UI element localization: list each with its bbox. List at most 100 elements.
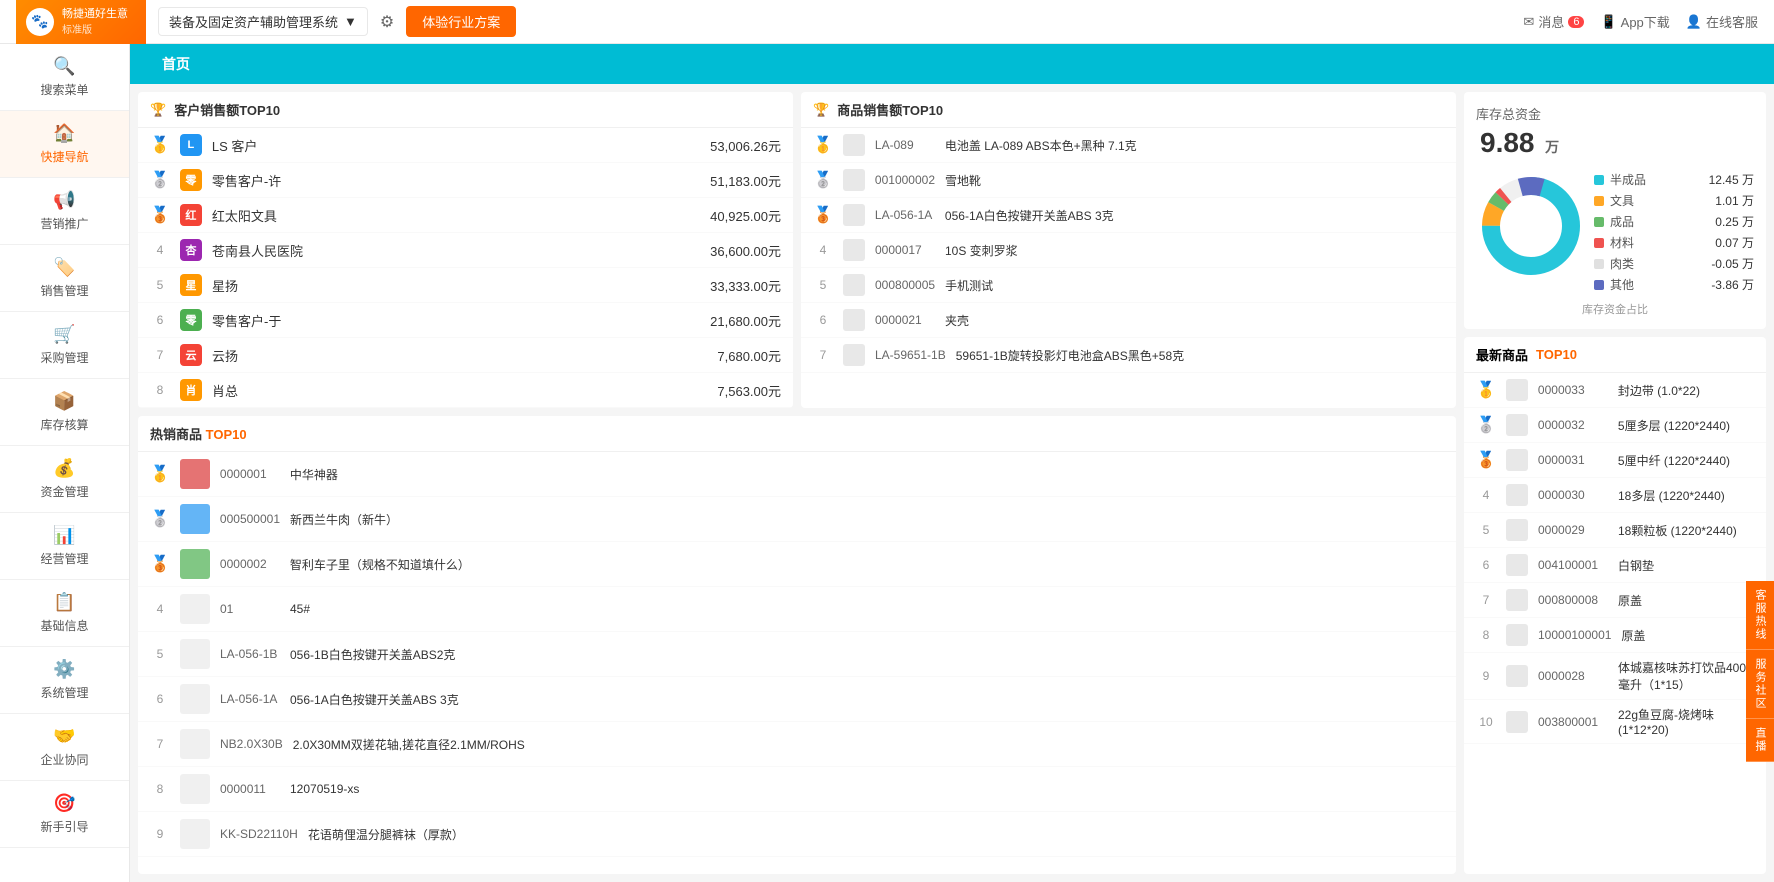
customer-amount: 51,183.00元 — [710, 171, 781, 190]
product-name: 手机测试 — [945, 277, 1444, 294]
sidebar-item-inventory[interactable]: 📦 库存核算 — [0, 379, 129, 446]
inventory-value: 9.88 — [1480, 127, 1535, 158]
sidebar-item-enterprise[interactable]: 🤝 企业协同 — [0, 714, 129, 781]
sidebar-item-sales[interactable]: 🏷️ 销售管理 — [0, 245, 129, 312]
list-item: 4 0000030 18多层 (1220*2440) — [1464, 478, 1766, 513]
float-buttons: 客服热线 服务社区 直播 — [1746, 581, 1774, 762]
inventory-footer: 库存资金占比 — [1476, 301, 1754, 317]
product-thumb — [180, 549, 210, 579]
table-row: 6 零 零售客户-于 21,680.00元 — [138, 303, 793, 338]
list-item: 🥉 0000002 智利车子里（规格不知道填什么） — [138, 542, 1456, 587]
table-row: 7 LA-59651-1B 59651-1B旋转投影灯电池盒ABS黑色+58克 — [801, 338, 1456, 373]
product-ranking-panel: 🏆 商品销售额TOP10 🥇 LA-089 电池盖 LA-089 ABS本色+黑… — [801, 92, 1456, 408]
product-code: 0000021 — [875, 313, 935, 327]
silver-medal-icon: 🥈 — [150, 509, 170, 529]
new-products-header: 最新商品 TOP10 — [1464, 337, 1766, 373]
gold-medal-icon: 🥇 — [1476, 380, 1496, 400]
sidebar-item-basic-info[interactable]: 📋 基础信息 — [0, 580, 129, 647]
info-icon: 📋 — [53, 592, 75, 613]
list-item: 7 000800008 原盖 — [1464, 583, 1766, 618]
system-selector[interactable]: 装备及固定资产辅助管理系统 ▼ — [158, 7, 368, 36]
product-thumb — [1506, 519, 1528, 541]
rank-number: 5 — [1476, 523, 1496, 537]
product-code: 10000100001 — [1538, 628, 1611, 642]
rank-number: 4 — [813, 243, 833, 257]
silver-medal-icon: 🥈 — [813, 170, 833, 190]
rank-number: 7 — [150, 348, 170, 362]
product-code: 0000032 — [1538, 418, 1608, 432]
product-thumb — [1506, 665, 1528, 687]
sidebar-item-finance[interactable]: 💰 资金管理 — [0, 446, 129, 513]
sidebar-item-marketing[interactable]: 📢 营销推广 — [0, 178, 129, 245]
bronze-medal-icon: 🥉 — [150, 205, 170, 225]
logo-text-block: 畅捷通好生意 标准版 — [62, 7, 128, 36]
new-products-panel: 最新商品 TOP10 🥇 0000033 封边带 (1.0*22) 🥈 0000… — [1464, 337, 1766, 874]
service-icon: 👤 — [1686, 14, 1702, 30]
left-panels: 🏆 客户销售额TOP10 🥇 L LS 客户 53,006.26元 🥈 零 零售… — [130, 84, 1464, 882]
product-thumb — [843, 169, 865, 191]
sidebar-item-label: 企业协同 — [40, 751, 88, 768]
legend-label: 成品 — [1610, 213, 1709, 230]
donut-chart — [1476, 171, 1586, 281]
product-code: 0000001 — [220, 467, 280, 481]
float-service-community[interactable]: 服务社区 — [1746, 650, 1774, 719]
list-item: 5 0000029 18颗粒板 (1220*2440) — [1464, 513, 1766, 548]
customer-name: 零售客户-许 — [212, 171, 700, 190]
customer-name: 肖总 — [212, 381, 707, 400]
table-row: 🥈 零 零售客户-许 51,183.00元 — [138, 163, 793, 198]
content-body: 🏆 客户销售额TOP10 🥇 L LS 客户 53,006.26元 🥈 零 零售… — [130, 84, 1774, 882]
app-download-button[interactable]: 📱 App下载 — [1600, 12, 1669, 31]
sidebar-item-label: 新手引导 — [40, 818, 88, 835]
sidebar-item-operations[interactable]: 📊 经营管理 — [0, 513, 129, 580]
legend-value: -3.86 万 — [1711, 276, 1754, 293]
list-item: 🥇 0000001 中华神器 — [138, 452, 1456, 497]
new-products-title: 最新商品 — [1476, 345, 1528, 364]
table-row: 6 0000021 夹壳 — [801, 303, 1456, 338]
product-code: 000500001 — [220, 512, 280, 526]
legend-label: 肉类 — [1610, 255, 1705, 272]
product-code: 0000029 — [1538, 523, 1608, 537]
home-icon: 🏠 — [53, 123, 75, 144]
settings-icon[interactable]: ⚙ — [380, 12, 394, 32]
float-live[interactable]: 直播 — [1746, 719, 1774, 762]
hot-products-header: 热销商品 TOP10 — [138, 416, 1456, 452]
sidebar-item-guide[interactable]: 🎯 新手引导 — [0, 781, 129, 848]
product-code: KK-SD22110H — [220, 827, 298, 841]
trial-button[interactable]: 体验行业方案 — [406, 6, 516, 37]
product-thumb — [1506, 484, 1528, 506]
tab-home[interactable]: 首页 — [146, 44, 206, 84]
legend-value: -0.05 万 — [1711, 255, 1754, 272]
main-layout: 🔍 搜索菜单 🏠 快捷导航 📢 营销推广 🏷️ 销售管理 🛒 采购管理 📦 库存… — [0, 44, 1774, 882]
product-thumb — [843, 274, 865, 296]
list-item: 5 LA-056-1B 056-1B白色按键开关盖ABS2克 — [138, 632, 1456, 677]
product-name: 封边带 (1.0*22) — [1618, 382, 1754, 399]
product-code: LA-056-1A — [220, 692, 280, 706]
sidebar-item-search[interactable]: 🔍 搜索菜单 — [0, 44, 129, 111]
sidebar-item-label: 经营管理 — [40, 550, 88, 567]
message-button[interactable]: ✉ 消息 6 — [1523, 12, 1584, 31]
legend-dot — [1594, 196, 1604, 206]
float-service-hotline[interactable]: 客服热线 — [1746, 581, 1774, 650]
product-name: 原盖 — [1618, 592, 1754, 609]
sidebar-item-quick-nav[interactable]: 🏠 快捷导航 — [0, 111, 129, 178]
message-icon: ✉ — [1523, 14, 1534, 30]
legend-value: 1.01 万 — [1715, 192, 1754, 209]
table-row: 🥈 001000002 雪地靴 — [801, 163, 1456, 198]
product-name: 5厘多层 (1220*2440) — [1618, 417, 1754, 434]
customer-amount: 53,006.26元 — [710, 136, 781, 155]
rank-number: 8 — [150, 782, 170, 796]
list-item: 🥈 0000032 5厘多层 (1220*2440) — [1464, 408, 1766, 443]
bronze-medal-icon: 🥉 — [150, 554, 170, 574]
sidebar-item-purchase[interactable]: 🛒 采购管理 — [0, 312, 129, 379]
enterprise-icon: 🤝 — [53, 726, 75, 747]
sales-icon: 🏷️ — [53, 257, 75, 278]
sidebar-item-label: 快捷导航 — [40, 148, 88, 165]
legend-dot — [1594, 259, 1604, 269]
customer-amount: 7,563.00元 — [717, 381, 781, 400]
list-item: 6 LA-056-1A 056-1A白色按键开关盖ABS 3克 — [138, 677, 1456, 722]
product-thumb — [180, 504, 210, 534]
customer-ranking-panel: 🏆 客户销售额TOP10 🥇 L LS 客户 53,006.26元 🥈 零 零售… — [138, 92, 793, 408]
online-service-button[interactable]: 👤 在线客服 — [1686, 12, 1758, 31]
sidebar-item-system[interactable]: ⚙️ 系统管理 — [0, 647, 129, 714]
customer-amount: 33,333.00元 — [710, 276, 781, 295]
